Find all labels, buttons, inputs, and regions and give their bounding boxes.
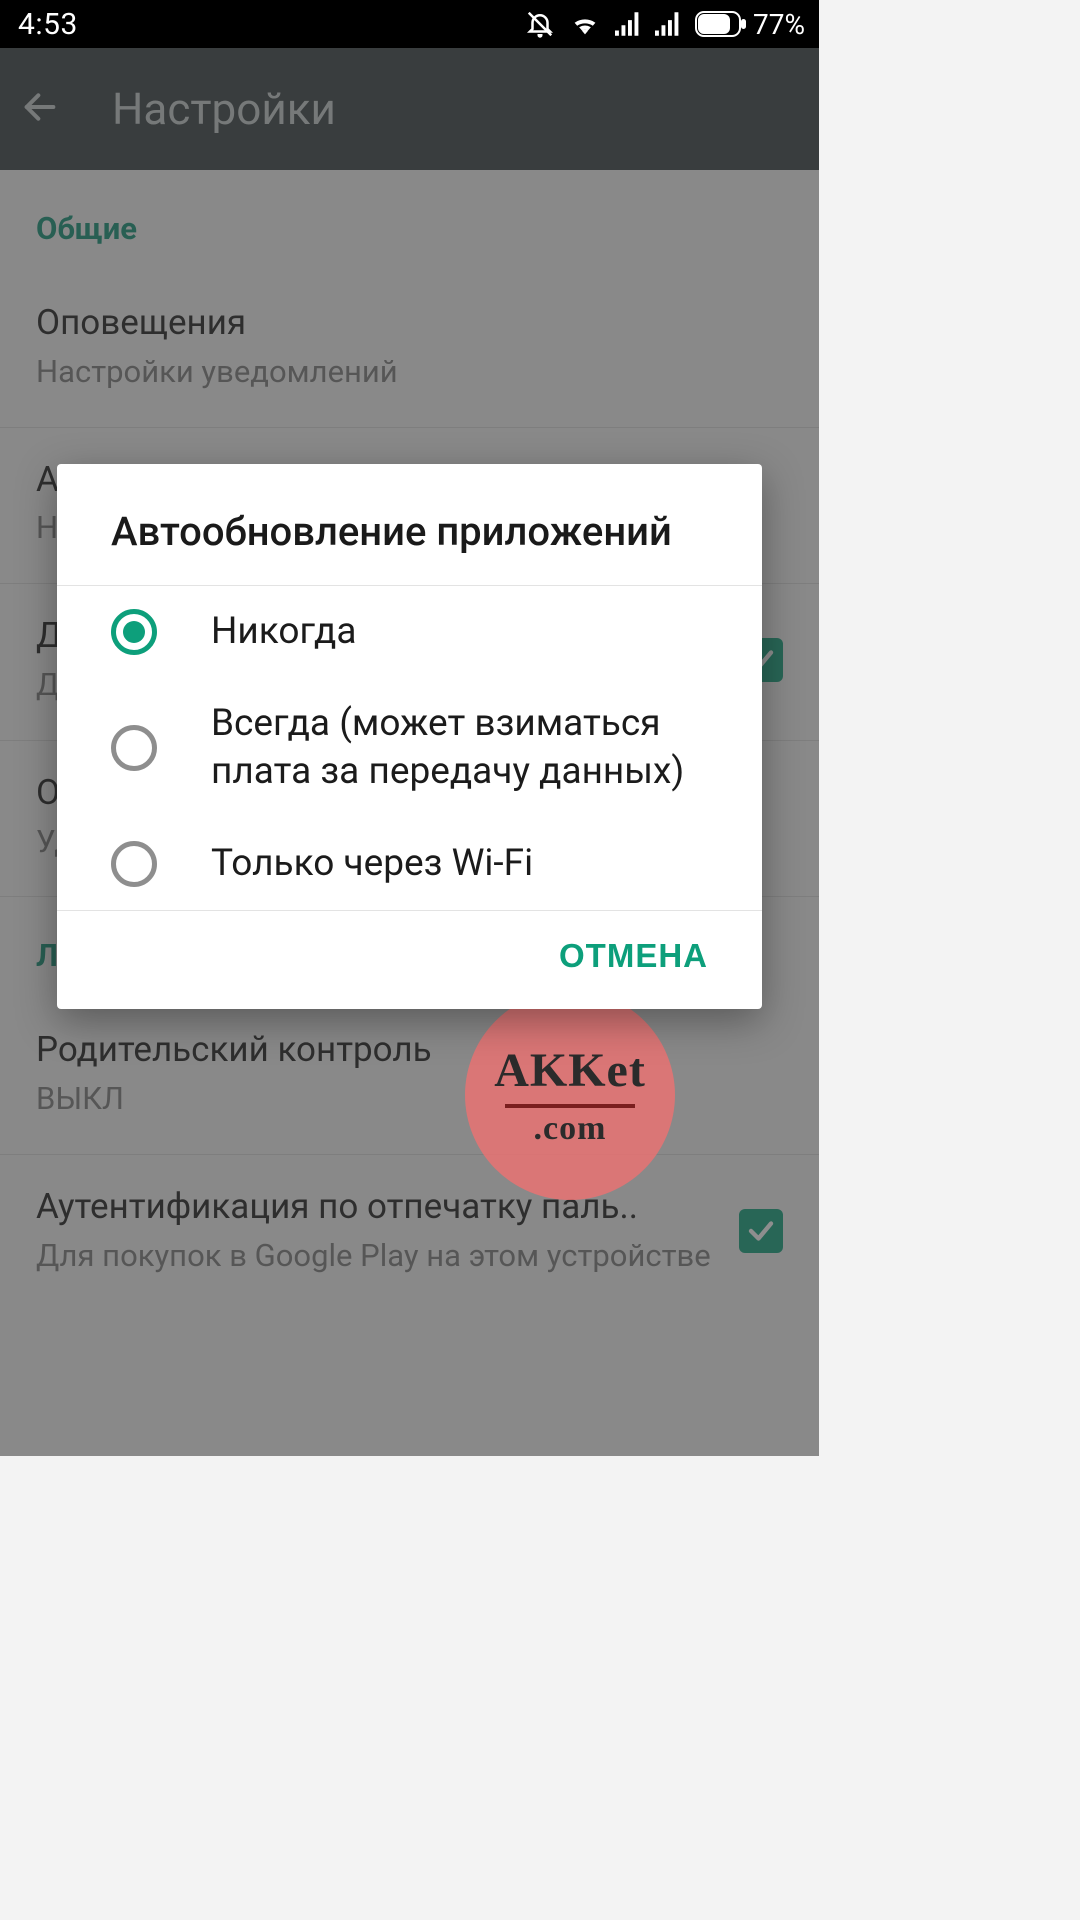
do-not-disturb-icon xyxy=(525,9,555,39)
status-icons: 77% xyxy=(525,8,805,41)
watermark-divider xyxy=(505,1104,635,1108)
watermark: AKKet .com xyxy=(465,990,675,1200)
radio-option-never[interactable]: Никогда xyxy=(57,586,762,678)
radio-icon xyxy=(111,609,157,655)
radio-label: Никогда xyxy=(211,608,356,656)
radio-option-wifi[interactable]: Только через Wi-Fi xyxy=(57,818,762,910)
radio-icon xyxy=(111,725,157,771)
battery-icon xyxy=(695,11,747,37)
dialog-actions: ОТМЕНА xyxy=(57,910,762,1009)
radio-label: Только через Wi-Fi xyxy=(211,840,533,888)
wifi-icon xyxy=(569,11,601,37)
radio-label: Всегда (может взиматься плата за передач… xyxy=(211,700,708,796)
status-bar: 4:53 77% xyxy=(0,0,819,48)
status-time: 4:53 xyxy=(18,7,78,42)
radio-option-always[interactable]: Всегда (может взиматься плата за передач… xyxy=(57,678,762,818)
battery-percentage: 77% xyxy=(753,8,805,41)
auto-update-dialog: Автообновление приложений Никогда Всегда… xyxy=(57,464,762,1009)
radio-icon xyxy=(111,841,157,887)
signal-sim2-icon xyxy=(655,12,681,36)
cancel-button[interactable]: ОТМЕНА xyxy=(559,937,708,975)
watermark-line1: AKKet xyxy=(494,1043,646,1098)
watermark-line2: .com xyxy=(534,1110,607,1148)
dialog-title: Автообновление приложений xyxy=(57,464,762,586)
signal-sim1-icon xyxy=(615,12,641,36)
